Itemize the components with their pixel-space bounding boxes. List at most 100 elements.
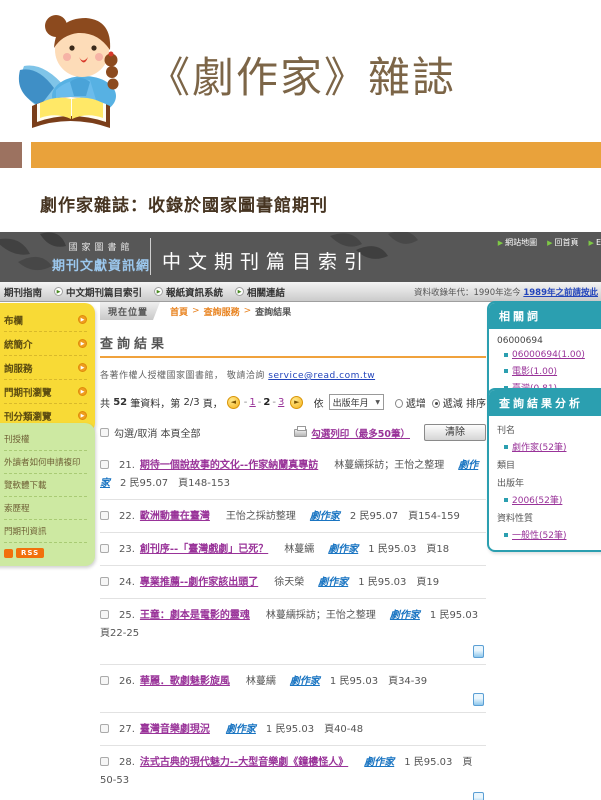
sidebar-item-search-history[interactable]: 索歷程 <box>4 497 87 520</box>
article-title-link[interactable]: 華麗．歌劇魅影旋風 <box>140 676 230 687</box>
arrow-icon: ▶ <box>588 238 594 247</box>
sidebar-item-popular-journals[interactable]: 門期刊瀏覽 ▶ <box>4 380 87 404</box>
pre-1989-link[interactable]: 1989年之前請按此 <box>523 288 598 298</box>
article-title-link[interactable]: 歐洲動畫在臺灣 <box>140 511 210 522</box>
sidebar-item-popular-info[interactable]: 門期刊資訊 <box>4 520 87 543</box>
nav-newspaper-system[interactable]: ▶ 報紙資訊系統 <box>154 285 223 299</box>
print-selected-link[interactable]: 勾選列印（最多50筆） <box>311 426 410 440</box>
sort-desc-radio[interactable] <box>431 398 440 408</box>
bullet-icon <box>504 444 508 449</box>
journal-link[interactable]: 劇作家 <box>290 676 320 687</box>
nav-journal-guide[interactable]: 期刊指南 <box>4 285 42 299</box>
result-row: 21. 期待一個說故事的文化--作家納蘭真專訪 林蔓繻採訪；王怡之整理 劇作家 2 民9… <box>100 449 486 500</box>
result-analysis-title: 查詢結果分析 <box>489 390 601 416</box>
english-link[interactable]: ▶ E <box>589 237 601 248</box>
result-checkbox[interactable] <box>100 610 109 619</box>
related-term-link[interactable]: 電影(1.00) <box>512 364 557 377</box>
page-indicator: 2/3 <box>183 396 200 408</box>
result-checkbox[interactable] <box>100 544 109 553</box>
journal-link[interactable]: 劇作家 <box>318 577 348 588</box>
sidebar-item-bulletin[interactable]: 布欄 ▶ <box>4 308 87 332</box>
result-checkbox[interactable] <box>100 511 109 520</box>
page-title: 《劇作家》雜誌 <box>148 53 457 102</box>
result-row: 23. 創刊序--「臺灣戲劇」已死？ 林蔓繻 劇作家 1 民95.03 頁18 <box>100 533 486 566</box>
result-row: 27. 臺灣音樂劇現況 劇作家 1 民95.03 頁40-48 <box>100 713 486 746</box>
sidebar-item-overseas-copy[interactable]: 外讀者如何申請複印 <box>4 451 87 474</box>
journal-link[interactable]: 劇作家 <box>226 724 256 735</box>
result-checkbox[interactable] <box>100 460 109 469</box>
year-facet-link[interactable]: 2006(52筆) <box>512 493 562 506</box>
result-row: 24. 專業推薦--劇作家該出頭了 徐天榮 劇作家 1 民95.03 頁19 <box>100 566 486 599</box>
fulltext-document-icon[interactable] <box>473 792 484 800</box>
article-citation: 2 民95.07 頁154-159 <box>349 511 460 522</box>
article-author: 林蔓繻採訪；王怡之整理 <box>265 610 376 621</box>
library-logo[interactable]: 國家圖書館 期刊文獻資訊網 <box>52 240 150 274</box>
prev-page-button[interactable]: ◄ <box>226 395 240 409</box>
result-row: 26. 華麗．歌劇魅影旋風 林蔓繻 劇作家 1 民95.03 頁34-39 <box>100 665 486 713</box>
sidebar-item-viewer-download[interactable]: 覽軟體下載 <box>4 474 87 497</box>
chevron-down-icon: ▼ <box>375 398 380 406</box>
related-term-link[interactable]: 06000694(1.00) <box>512 350 585 360</box>
clear-button[interactable]: 清除 <box>424 424 486 441</box>
journal-link[interactable]: 劇作家 <box>310 511 340 522</box>
divider-square <box>0 142 22 168</box>
result-checkbox[interactable] <box>100 724 109 733</box>
result-checkbox[interactable] <box>100 757 109 766</box>
result-checkbox[interactable] <box>100 676 109 685</box>
pub-year-label: 出版年 <box>497 479 525 489</box>
slide-subtitle: 劇作家雜誌：收錄於國家圖書館期刊 <box>40 196 328 216</box>
journal-link[interactable]: 劇作家 <box>390 610 420 621</box>
bullet-icon <box>504 353 508 357</box>
article-title-link[interactable]: 法式古典的現代魅力--大型音樂劇《鐘樓怪人》 <box>140 757 348 768</box>
reading-girl-illustration <box>18 15 119 128</box>
nav-periodical-index[interactable]: ▶ 中文期刊篇目索引 <box>54 285 142 299</box>
article-title-link[interactable]: 臺灣音樂劇現況 <box>140 724 210 735</box>
material-type-label: 資料性質 <box>497 514 534 524</box>
sidebar-item-search-service[interactable]: 詢服務 ▶ <box>4 356 87 380</box>
rss-badge[interactable]: RSS <box>16 548 45 558</box>
result-analysis-box: 查詢結果分析 刊名 劇作家(52筆) 類目 出版年 2006(52筆) 資料性質… <box>487 388 601 552</box>
category-label: 類目 <box>497 461 516 471</box>
main-navigation: 期刊指南 ▶ 中文期刊篇目索引 ▶ 報紙資訊系統 ▶ 相關連結 資料收錄年代：1990… <box>0 282 601 302</box>
journal-link[interactable]: 劇作家 <box>328 544 358 555</box>
result-checkbox[interactable] <box>100 577 109 586</box>
contact-email-link[interactable]: service@read.com.tw <box>268 371 375 381</box>
article-title-link[interactable]: 專業推薦--劇作家該出頭了 <box>140 577 258 588</box>
article-title-link[interactable]: 創刊序--「臺灣戲劇」已死？ <box>140 544 268 555</box>
breadcrumb-home[interactable]: 首頁 <box>170 305 188 318</box>
bullet-icon <box>504 532 508 537</box>
main-content: 現在位置 首頁 > 查詢服務 > 查詢結果 查詢結果 各著作權人授權國家圖書館，… <box>100 302 488 800</box>
breadcrumb-search-service[interactable]: 查詢服務 <box>204 305 240 318</box>
sitemap-link[interactable]: ▶ 網站地圖 <box>498 237 537 248</box>
arrow-circle-icon: ▶ <box>78 363 87 372</box>
article-title-link[interactable]: 王童：劇本是電影的靈魂 <box>140 610 250 621</box>
article-author: 林蔓繻 <box>245 676 276 687</box>
home-link[interactable]: ▶ 回首頁 <box>547 237 578 248</box>
nav-related-links[interactable]: ▶ 相關連結 <box>235 285 285 299</box>
sidebar-yellow-menu: 布欄 ▶ 統簡介 ▶ 詢服務 ▶ 門期刊瀏覽 ▶ 刊分類瀏覽 ▶ <box>0 303 95 433</box>
fulltext-document-icon[interactable] <box>473 693 484 706</box>
select-all-checkbox[interactable] <box>100 428 109 437</box>
journal-facet-link[interactable]: 劇作家(52筆) <box>512 440 566 453</box>
next-page-button[interactable]: ► <box>290 395 304 409</box>
article-title-link[interactable]: 期待一個說故事的文化--作家納蘭真專訪 <box>140 460 318 471</box>
sort-asc-radio[interactable] <box>394 398 403 408</box>
arrow-icon: ▶ <box>497 238 504 247</box>
results-list: 21. 期待一個說故事的文化--作家納蘭真專訪 林蔓繻採訪；王怡之整理 劇作家 2 民9… <box>100 449 488 800</box>
journal-name-label: 刊名 <box>497 426 516 436</box>
breadcrumb-current: 查詢結果 <box>255 307 292 318</box>
page-3-link[interactable]: 3 <box>278 397 284 408</box>
query-term: 06000694 <box>497 336 543 346</box>
fulltext-document-icon[interactable] <box>473 645 484 658</box>
sidebar-item-journal-authorization[interactable]: 刊授權 <box>4 428 87 451</box>
result-row: 25. 王童：劇本是電影的靈魂 林蔓繻採訪；王怡之整理 劇作家 1 民95.03 頁22… <box>100 599 488 665</box>
sidebar-item-system-intro[interactable]: 統簡介 ▶ <box>4 332 87 356</box>
journal-link[interactable]: 劇作家 <box>364 757 394 768</box>
type-facet-link[interactable]: 一般性(52筆) <box>512 528 566 541</box>
article-citation: 2 民95.07 頁148-153 <box>120 478 230 489</box>
sort-field-select[interactable]: 出版年月 ▼ <box>328 394 384 410</box>
site-header: 國家圖書館 期刊文獻資訊網 中文期刊篇目索引 ▶ 網站地圖 ▶ 回首頁 ▶ E <box>0 232 601 282</box>
page-1-link[interactable]: 1 <box>249 397 255 408</box>
play-icon: ▶ <box>235 287 245 296</box>
article-author: 林蔓繻採訪；王怡之整理 <box>334 460 445 471</box>
